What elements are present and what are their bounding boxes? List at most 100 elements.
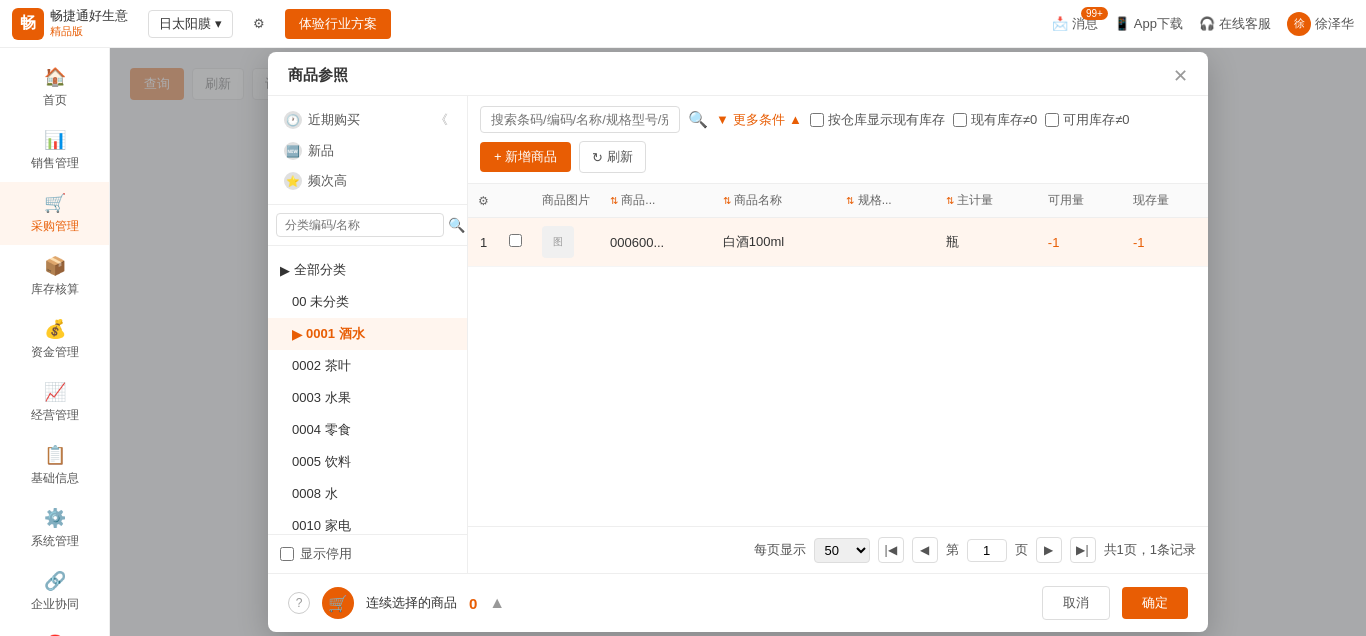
category-appliance[interactable]: 0010 家电 <box>268 510 467 534</box>
row-stock: -1 <box>1123 218 1208 267</box>
product-table-container: ⚙ 商品图片 ⇅ 商品... <box>468 184 1208 526</box>
sidebar-item-basic-info[interactable]: 📋 基础信息 <box>0 434 109 497</box>
nav-frequent[interactable]: ⭐ 频次高 <box>276 166 459 196</box>
row-name: 白酒100ml <box>713 218 837 267</box>
col-name[interactable]: ⇅ 商品名称 <box>713 184 837 218</box>
filter-stock-nonzero-checkbox[interactable] <box>953 113 967 127</box>
logo-text: 畅捷通好生意 精品版 <box>50 8 128 40</box>
expand-arrow-icon: ▶ <box>280 263 290 278</box>
refresh-btn[interactable]: ↻ 刷新 <box>579 141 646 173</box>
sidebar-item-home[interactable]: 🏠 首页 <box>0 56 109 119</box>
modal-body: 🕐 近期购买 《 🆕 新品 ⭐ 频次高 <box>268 96 1208 573</box>
product-search-btn[interactable]: 🔍 <box>688 110 708 129</box>
nav-recent[interactable]: 🕐 近期购买 《 <box>276 104 459 136</box>
row-code: 000600... <box>600 218 713 267</box>
category-all[interactable]: ▶ 全部分类 <box>268 254 467 286</box>
bell-icon: 📩 <box>1052 16 1068 31</box>
show-disabled-checkbox[interactable] <box>280 547 294 561</box>
cancel-btn[interactable]: 取消 <box>1042 586 1110 620</box>
cart-btn[interactable]: 🛒 <box>322 587 354 619</box>
sales-icon: 📊 <box>44 129 66 151</box>
category-tea[interactable]: 0002 茶叶 <box>268 350 467 382</box>
col-checkbox <box>499 184 532 218</box>
new-icon: 🆕 <box>284 142 302 160</box>
add-product-btn[interactable]: + 新增商品 <box>480 142 571 172</box>
nav-new[interactable]: 🆕 新品 <box>276 136 459 166</box>
store-selector[interactable]: 日太阳膜 ▾ <box>148 10 233 38</box>
sidebar-item-enterprise[interactable]: 🔗 企业协同 <box>0 560 109 623</box>
sidebar-item-purchase[interactable]: 🛒 采购管理 <box>0 182 109 245</box>
last-page-btn[interactable]: ▶| <box>1070 537 1096 563</box>
row-available: -1 <box>1038 218 1123 267</box>
avatar: 徐 <box>1287 12 1311 36</box>
product-search-input[interactable] <box>480 106 680 133</box>
sidebar-item-guide[interactable]: 🎯 新手引导 <box>0 623 109 636</box>
product-thumbnail: 图 <box>542 226 574 258</box>
col-image: 商品图片 <box>532 184 600 218</box>
category-water[interactable]: 0008 水 <box>268 478 467 510</box>
modal-footer: ? 🛒 连续选择的商品 0 ▲ 取消 确定 <box>268 573 1208 632</box>
filter-available-nonzero-checkbox[interactable] <box>1045 113 1059 127</box>
modal-header: 商品参照 ✕ <box>268 52 1208 96</box>
app-download-btn[interactable]: 📱 App下载 <box>1114 15 1183 33</box>
filter-by-warehouse[interactable]: 按仓库显示现有库存 <box>810 111 945 129</box>
prev-page-btn[interactable]: ◀ <box>912 537 938 563</box>
more-filter-btn[interactable]: ▼ 更多条件 ▲ <box>716 111 802 129</box>
filter-by-warehouse-checkbox[interactable] <box>810 113 824 127</box>
settings-icon[interactable]: ⚙ <box>243 8 275 40</box>
operations-icon: 📈 <box>44 381 66 403</box>
category-search-input[interactable] <box>276 213 444 237</box>
page-number-input[interactable] <box>967 539 1007 562</box>
logo-area: 畅 畅捷通好生意 精品版 <box>12 8 128 40</box>
active-arrow-icon: ▶ <box>292 327 302 342</box>
headset-icon: 🎧 <box>1199 16 1215 31</box>
category-search-btn[interactable]: 🔍 <box>448 217 465 233</box>
left-panel-footer: 显示停用 <box>268 534 467 573</box>
home-icon: 🏠 <box>44 66 66 88</box>
sidebar-item-system[interactable]: ⚙️ 系统管理 <box>0 497 109 560</box>
table-header-row: ⚙ 商品图片 ⇅ 商品... <box>468 184 1208 218</box>
sort-icon-spec: ⇅ <box>846 195 854 206</box>
first-page-btn[interactable]: |◀ <box>878 537 904 563</box>
category-snack[interactable]: 0004 零食 <box>268 414 467 446</box>
show-disabled-label[interactable]: 显示停用 <box>280 545 455 563</box>
next-page-btn[interactable]: ▶ <box>1036 537 1062 563</box>
experience-btn[interactable]: 体验行业方案 <box>285 9 391 39</box>
notification-btn[interactable]: 📩 消息 99+ <box>1052 15 1098 33</box>
collapse-footer-btn[interactable]: ▲ <box>489 594 505 612</box>
modal-close-btn[interactable]: ✕ <box>1173 67 1188 85</box>
sidebar-item-operations[interactable]: 📈 经营管理 <box>0 371 109 434</box>
right-panel: 🔍 ▼ 更多条件 ▲ 按仓库显示现有库存 现有库存≠0 <box>468 96 1208 573</box>
filter-available-nonzero[interactable]: 可用库存≠0 <box>1045 111 1129 129</box>
sidebar-item-sales[interactable]: 📊 销售管理 <box>0 119 109 182</box>
row-index: 1 <box>468 218 499 267</box>
category-uncategorized[interactable]: 00 未分类 <box>268 286 467 318</box>
basic-info-icon: 📋 <box>44 444 66 466</box>
category-list: ▶ 全部分类 00 未分类 ▶ 0001 酒水 0002 茶叶 <box>268 246 467 534</box>
col-unit[interactable]: ⇅ 主计量 <box>936 184 1038 218</box>
row-checkbox-cell[interactable] <box>499 218 532 267</box>
help-btn[interactable]: ? <box>288 592 310 614</box>
confirm-btn[interactable]: 确定 <box>1122 587 1188 619</box>
col-spec[interactable]: ⇅ 规格... <box>836 184 935 218</box>
enterprise-icon: 🔗 <box>44 570 66 592</box>
filter-stock-nonzero[interactable]: 现有库存≠0 <box>953 111 1037 129</box>
page-size-select[interactable]: 50 100 200 <box>814 538 870 563</box>
online-service-btn[interactable]: 🎧 在线客服 <box>1199 15 1271 33</box>
sort-icon: ⇅ <box>610 195 618 206</box>
sidebar-item-inventory[interactable]: 📦 库存核算 <box>0 245 109 308</box>
table-row[interactable]: 1 图 000600... 白酒100ml <box>468 218 1208 267</box>
category-liquor[interactable]: ▶ 0001 酒水 <box>268 318 467 350</box>
sort-icon-unit: ⇅ <box>946 195 954 206</box>
category-fruit[interactable]: 0003 水果 <box>268 382 467 414</box>
collapse-btn[interactable]: 《 <box>431 110 451 130</box>
main-content: 查询 刷新 设置 商品参照 ✕ 🕐 <box>110 48 1366 636</box>
refresh-icon: ↻ <box>592 150 603 165</box>
category-drink[interactable]: 0005 饮料 <box>268 446 467 478</box>
sidebar-item-finance[interactable]: 💰 资金管理 <box>0 308 109 371</box>
col-settings[interactable]: ⚙ <box>468 184 499 218</box>
row-checkbox[interactable] <box>509 234 522 247</box>
user-area[interactable]: 徐 徐泽华 <box>1287 12 1354 36</box>
modal-title: 商品参照 <box>288 66 348 85</box>
col-code[interactable]: ⇅ 商品... <box>600 184 713 218</box>
